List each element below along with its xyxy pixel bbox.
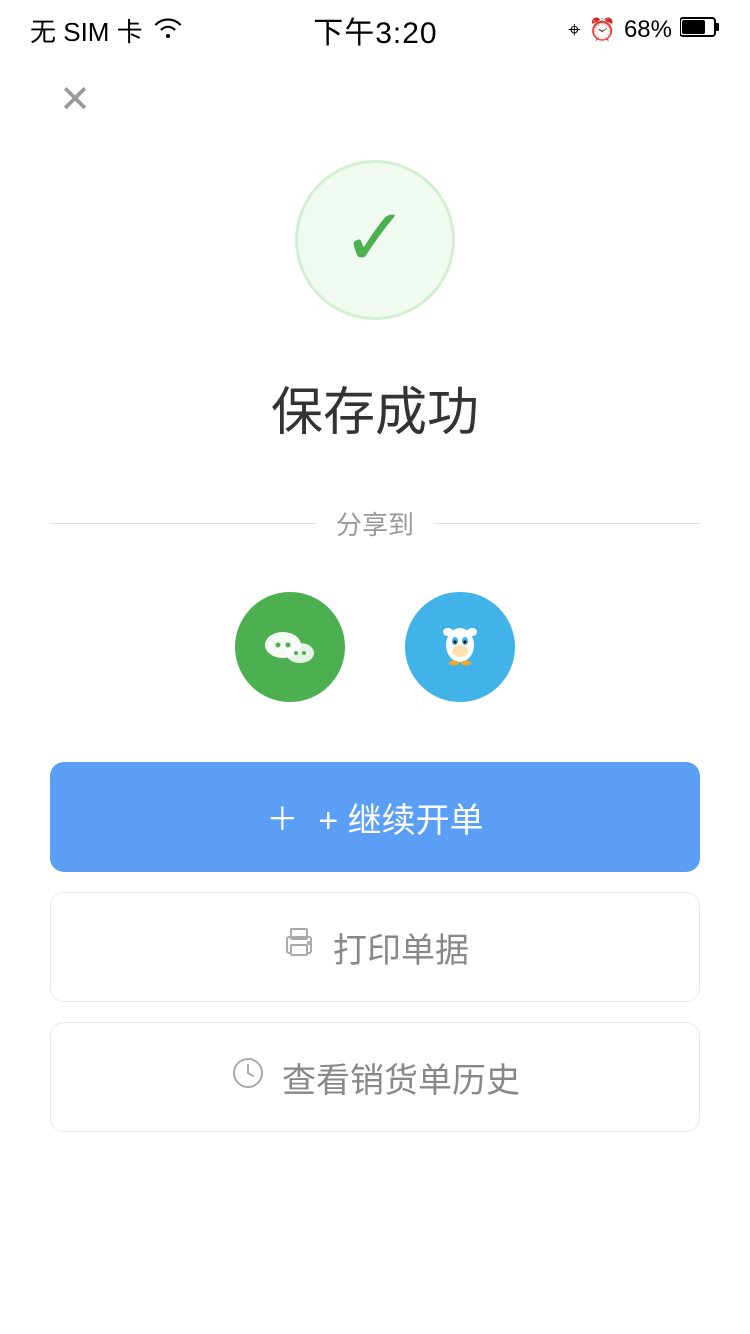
print-button[interactable]: 打印单据 — [50, 892, 700, 1002]
alarm-icon: ⏰ — [589, 17, 616, 43]
status-bar: 无 SIM 卡 下午3:20 ⌖ ⏰ 68% — [0, 0, 750, 60]
main-content: ✓ 保存成功 分享到 — [0, 60, 750, 1132]
close-button[interactable]: ✕ — [50, 75, 100, 125]
print-icon — [281, 925, 317, 970]
action-buttons: ＋ + 继续开单 打印单据 查看销货单历 — [50, 762, 700, 1132]
history-label: 查看销货单历史 — [282, 1053, 520, 1102]
share-section: 分享到 — [50, 505, 700, 702]
divider-line-left — [50, 523, 316, 524]
status-time: 下午3:20 — [313, 8, 437, 52]
continue-icon: ＋ — [266, 794, 298, 840]
share-divider: 分享到 — [50, 505, 700, 542]
status-right: ⌖ ⏰ 68% — [568, 16, 720, 45]
print-label: 打印单据 — [333, 923, 469, 972]
wechat-icon — [258, 615, 323, 680]
no-sim-label: 无 SIM 卡 — [30, 12, 143, 49]
battery-icon — [680, 16, 720, 45]
qq-icon — [430, 617, 490, 677]
wechat-share-button[interactable] — [235, 592, 345, 702]
share-label: 分享到 — [336, 505, 414, 542]
success-icon-circle: ✓ — [295, 160, 455, 320]
success-title: 保存成功 — [271, 370, 479, 445]
battery-label: 68% — [624, 16, 672, 44]
status-left: 无 SIM 卡 — [30, 12, 183, 49]
checkmark-icon: ✓ — [341, 198, 408, 278]
share-icons-row — [235, 592, 515, 702]
history-icon — [230, 1055, 266, 1100]
continue-button[interactable]: ＋ + 继续开单 — [50, 762, 700, 872]
continue-label: + 继续开单 — [318, 793, 483, 842]
divider-line-right — [434, 523, 700, 524]
close-icon: ✕ — [59, 81, 91, 119]
history-button[interactable]: 查看销货单历史 — [50, 1022, 700, 1132]
location-icon: ⌖ — [568, 17, 580, 43]
wifi-icon — [153, 16, 183, 44]
qq-share-button[interactable] — [405, 592, 515, 702]
